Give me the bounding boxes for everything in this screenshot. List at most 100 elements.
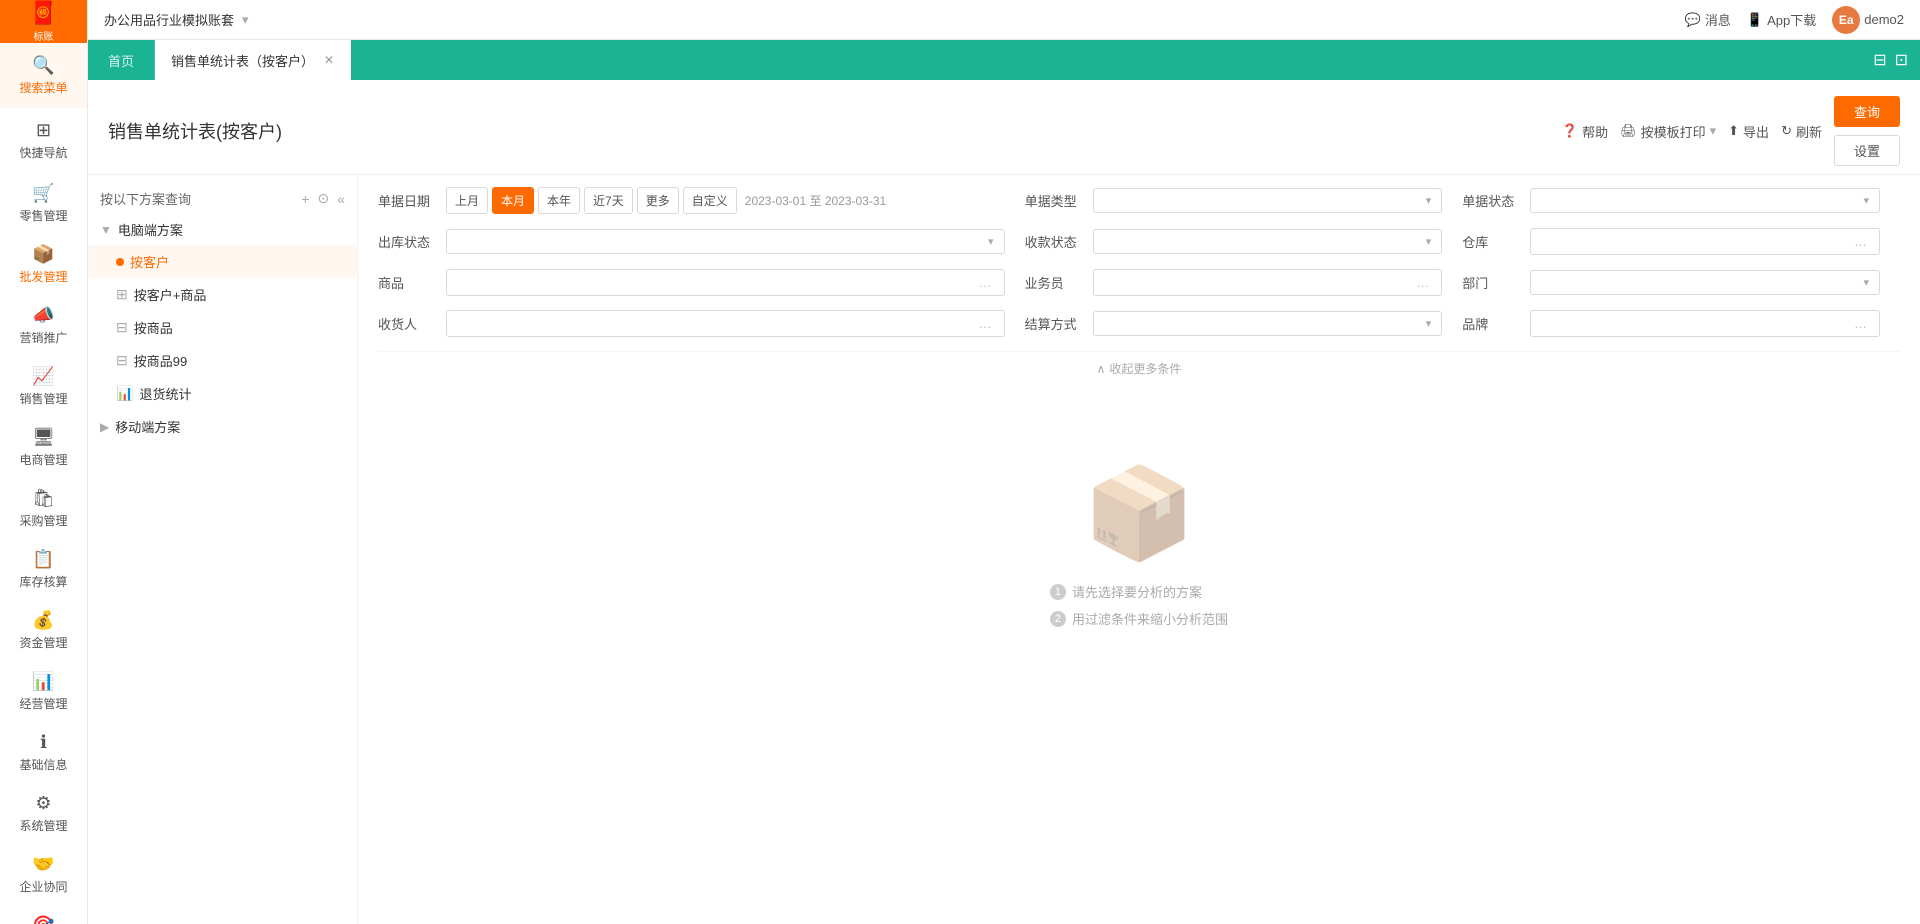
sidebar-item-sales[interactable]: 📈 销售管理 xyxy=(0,356,88,417)
recipient-select[interactable]: … xyxy=(446,310,1005,337)
quicknav-icon: ⊞ xyxy=(36,120,51,141)
scheme-edit-icon[interactable]: ⊙ xyxy=(317,190,329,207)
collab-icon: 🤝 xyxy=(32,854,54,875)
filter-row-1: 单据日期 上月 本月 本年 近7天 更多 自定义 2023-03-01 至 20… xyxy=(378,187,1900,214)
tab-minimize-icon[interactable]: ⊟ xyxy=(1873,50,1886,70)
date-btn-7days[interactable]: 近7天 xyxy=(584,187,633,214)
sidebar-item-sysmanage[interactable]: ⚙ 系统管理 xyxy=(0,783,88,844)
date-btn-more[interactable]: 更多 xyxy=(637,187,679,214)
sidebar-item-basicinfo-label: 基础信息 xyxy=(19,756,67,773)
help-label: 帮助 xyxy=(1582,122,1608,141)
tab-close-icon[interactable]: ✕ xyxy=(324,53,334,67)
mobile-group-label: 移动端方案 xyxy=(115,417,180,436)
message-button[interactable]: 💬 消息 xyxy=(1685,10,1731,29)
recipient-label: 收货人 xyxy=(378,314,438,333)
newuser-icon: 🎯 xyxy=(32,915,54,924)
dept-label: 部门 xyxy=(1462,273,1522,292)
sidebar-item-collab[interactable]: 🤝 企业协同 xyxy=(0,844,88,905)
sidebar-item-retail[interactable]: 🛒 零售管理 xyxy=(0,173,88,234)
date-btn-this-year[interactable]: 本年 xyxy=(538,187,580,214)
page-content: 销售单统计表(按客户) ❓ 帮助 🖨 按模板打印 ▾ ⬆ 导出 xyxy=(88,80,1920,924)
sidebar-item-quicknav[interactable]: ⊞ 快捷导航 xyxy=(0,108,88,173)
salesman-select[interactable]: … xyxy=(1093,269,1443,296)
scheme-header: 按以下方案查询 + ⊙ « xyxy=(88,183,357,214)
sidebar-item-marketing-label: 营销推广 xyxy=(19,329,67,346)
sidebar-item-search[interactable]: 🔍 搜索菜单 xyxy=(0,43,88,108)
user-profile[interactable]: Ea demo2 xyxy=(1832,6,1904,34)
sales-icon: 📈 xyxy=(32,366,54,387)
setting-button[interactable]: 设置 xyxy=(1834,135,1900,166)
doc-type-select[interactable]: ▾ xyxy=(1093,188,1443,213)
desktop-group-arrow: ▼ xyxy=(100,223,112,237)
filter-cell-recipient: 收货人 … xyxy=(378,310,1025,337)
date-btn-this-month[interactable]: 本月 xyxy=(492,187,534,214)
scheme-mobile-group[interactable]: ▶ 移动端方案 xyxy=(88,410,357,443)
sidebar-item-ecom[interactable]: 🖥 电商管理 xyxy=(0,417,88,478)
date-range: 2023-03-01 至 2023-03-31 xyxy=(745,192,886,209)
doc-type-arrow-icon: ▾ xyxy=(1426,194,1432,207)
topbar-right: 💬 消息 📱 App下载 Ea demo2 xyxy=(1685,6,1904,34)
refresh-button[interactable]: ↻ 刷新 xyxy=(1781,122,1822,141)
date-btn-last-month[interactable]: 上月 xyxy=(446,187,488,214)
sidebar-item-operations-label: 经营管理 xyxy=(19,695,67,712)
tab-home[interactable]: 首页 xyxy=(88,40,155,80)
salesman-dots: … xyxy=(1416,275,1431,290)
app-download-icon: 📱 xyxy=(1747,12,1763,28)
tab-maximize-icon[interactable]: ⊡ xyxy=(1895,50,1908,70)
sidebar-item-marketing[interactable]: 📣 营销推广 xyxy=(0,295,88,356)
scheme-item-by-customer-goods[interactable]: ⊞ 按客户+商品 xyxy=(88,278,357,311)
sidebar-item-operations[interactable]: 📊 经营管理 xyxy=(0,661,88,722)
print-label: 按模板打印 xyxy=(1641,122,1706,141)
scheme-item-by-goods99[interactable]: ⊟ 按商品99 xyxy=(88,344,357,377)
sidebar-item-wholesale-label: 批发管理 xyxy=(19,268,67,285)
sidebar-item-sysmanage-label: 系统管理 xyxy=(19,817,67,834)
print-button[interactable]: 🖨 按模板打印 ▾ xyxy=(1620,122,1716,141)
settlement-select[interactable]: ▾ xyxy=(1093,311,1443,336)
scheme-item-return-stat-label: 退货统计 xyxy=(139,384,191,403)
scheme-desktop-group-header[interactable]: ▼ 电脑端方案 xyxy=(88,214,357,245)
sidebar-item-search-label: 搜索菜单 xyxy=(19,79,67,96)
app-download-button[interactable]: 📱 App下载 xyxy=(1747,10,1816,29)
scheme-add-icon[interactable]: + xyxy=(301,191,309,207)
message-label: 消息 xyxy=(1705,10,1731,29)
app-download-label: App下载 xyxy=(1767,10,1816,29)
warehouse-select[interactable]: … xyxy=(1530,228,1880,255)
out-status-label: 出库状态 xyxy=(378,232,438,251)
settlement-label: 结算方式 xyxy=(1025,314,1085,333)
search-icon: 🔍 xyxy=(32,55,54,76)
logo-icon: 🧧 xyxy=(30,0,57,26)
sidebar-item-basicinfo[interactable]: ℹ 基础信息 xyxy=(0,722,88,783)
goods-select[interactable]: … xyxy=(446,269,1005,296)
out-status-select[interactable]: ▾ xyxy=(446,229,1005,254)
scheme-item-by-goods[interactable]: ⊟ 按商品 xyxy=(88,311,357,344)
sidebar-item-finance[interactable]: 💰 资金管理 xyxy=(0,600,88,661)
receipt-status-select[interactable]: ▾ xyxy=(1093,229,1443,254)
sidebar-item-purchase[interactable]: 🛍 采购管理 xyxy=(0,478,88,539)
export-button[interactable]: ⬆ 导出 xyxy=(1728,122,1769,141)
help-button[interactable]: ❓ 帮助 xyxy=(1562,122,1608,141)
brand-select[interactable]: … xyxy=(1530,310,1880,337)
scheme-collapse-icon[interactable]: « xyxy=(337,191,345,207)
brand-label: 品牌 xyxy=(1462,314,1522,333)
sidebar-item-ecom-label: 电商管理 xyxy=(19,451,67,468)
doc-status-select[interactable]: ▾ xyxy=(1530,188,1880,213)
scheme-item-by-customer[interactable]: 按客户 xyxy=(88,245,357,278)
tab-sales-stat[interactable]: 销售单统计表（按客户） ✕ xyxy=(155,40,351,80)
tip-num-1: 1 xyxy=(1050,584,1066,600)
sidebar-item-inventory[interactable]: 📋 库存核算 xyxy=(0,539,88,600)
collapse-bar[interactable]: ∧ 收起更多条件 xyxy=(378,351,1900,381)
goods-icon: ⊟ xyxy=(116,319,128,336)
page-inner: 销售单统计表(按客户) ❓ 帮助 🖨 按模板打印 ▾ ⬆ 导出 xyxy=(88,80,1920,924)
date-btn-custom[interactable]: 自定义 xyxy=(683,187,737,214)
dept-select[interactable]: ▾ xyxy=(1530,270,1880,295)
topbar: 办公用品行业模拟账套 ▾ 💬 消息 📱 App下载 Ea demo2 xyxy=(88,0,1920,40)
help-icon: ❓ xyxy=(1562,123,1578,139)
sidebar-item-wholesale[interactable]: 📦 批发管理 xyxy=(0,234,88,295)
scheme-item-return-stat[interactable]: 📊 退货统计 xyxy=(88,377,357,410)
query-button[interactable]: 查询 xyxy=(1834,96,1900,127)
sidebar-item-newuser[interactable]: 🎯 新手引导 xyxy=(0,905,88,924)
desktop-group-label: 电脑端方案 xyxy=(118,220,183,239)
topbar-dropdown-icon[interactable]: ▾ xyxy=(242,12,249,28)
sidebar-logo[interactable]: 🧧 标账 xyxy=(0,0,88,43)
content-body: 按以下方案查询 + ⊙ « ▼ 电脑端方案 xyxy=(88,175,1920,924)
